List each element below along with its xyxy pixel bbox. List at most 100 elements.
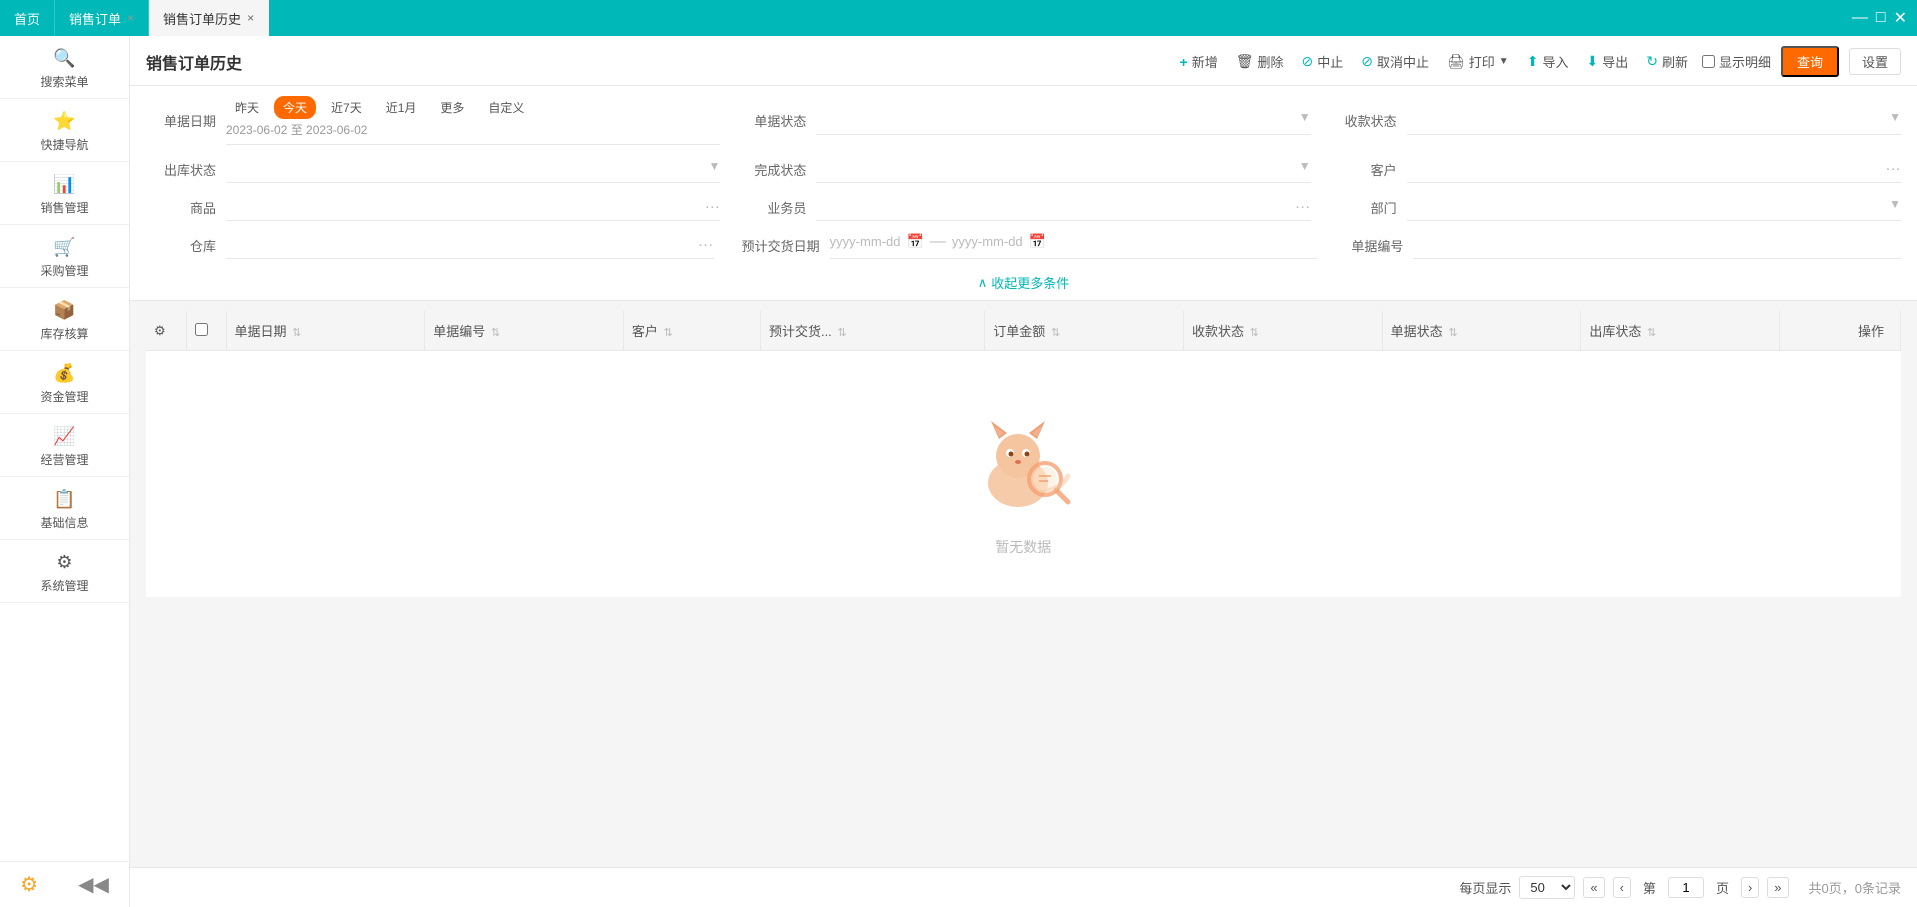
filter-goods-field[interactable]: … [226, 193, 720, 221]
date-btn-1month[interactable]: 近1月 [377, 96, 426, 119]
tab-home[interactable]: 首页 [0, 0, 55, 36]
filter-label-doc-number: 单据编号 [1333, 236, 1413, 255]
stop-icon: ⊘ [1302, 53, 1314, 70]
data-table: ⚙ 单据日期 ⇅ 单据编号 ⇅ [146, 311, 1901, 597]
filter-payment-status-field[interactable]: ▼ [1407, 107, 1901, 135]
settings-button[interactable]: 设置 [1849, 48, 1901, 75]
quick-nav-icon: ⭐ [53, 111, 75, 132]
th-number[interactable]: 单据编号 ⇅ [425, 311, 624, 351]
prev-page-button[interactable]: ‹ [1613, 877, 1631, 898]
filter-salesperson-field[interactable]: … [816, 193, 1310, 221]
th-amount[interactable]: 订单金额 ⇅ [985, 311, 1184, 351]
sidebar-collapse-icon[interactable]: ◀◀ [78, 872, 109, 897]
table-settings-icon[interactable]: ⚙ [154, 323, 166, 338]
search-menu-icon: 🔍 [53, 48, 75, 69]
filter-out-status-field[interactable]: ▼ [226, 155, 720, 183]
th-customer[interactable]: 客户 ⇅ [623, 311, 760, 351]
sidebar-item-purchase-mgmt-label: 采购管理 [40, 262, 88, 279]
expand-icon[interactable]: □ [1876, 9, 1886, 27]
goods-dots-icon: … [704, 195, 720, 213]
basic-info-icon: 📋 [53, 489, 75, 510]
sidebar-item-biz-mgmt[interactable]: 📈 经营管理 [0, 414, 129, 477]
top-bar-controls: — □ ✕ [1852, 8, 1917, 28]
select-all-checkbox[interactable] [195, 323, 208, 336]
sidebar-item-quick-nav[interactable]: ⭐ 快捷导航 [0, 99, 129, 162]
tab-sales-order-history-label: 销售订单历史 [163, 9, 241, 28]
filter-delivery-date-field[interactable]: yyyy-mm-dd 📅 — yyyy-mm-dd 📅 [830, 231, 1318, 259]
stop-button[interactable]: ⊘ 中止 [1298, 50, 1348, 73]
sidebar-settings-icon[interactable]: ⚙ [20, 872, 38, 897]
next-page-button[interactable]: › [1741, 877, 1759, 898]
th-settings[interactable]: ⚙ [146, 311, 186, 351]
export-button[interactable]: ⬇ 导出 [1582, 50, 1632, 73]
filter-label-warehouse: 仓库 [146, 236, 226, 255]
sidebar-item-sys-mgmt[interactable]: ⚙ 系统管理 [0, 540, 129, 603]
tab-sales-order-history-close[interactable]: × [247, 11, 254, 25]
th-date[interactable]: 单据日期 ⇅ [226, 311, 425, 351]
date-btn-custom[interactable]: 自定义 [479, 96, 533, 119]
empty-state-row: 暂无数据 [146, 351, 1901, 598]
sidebar-item-search-menu[interactable]: 🔍 搜索菜单 [0, 36, 129, 99]
delete-button[interactable]: 🗑 删除 [1232, 50, 1288, 73]
page-number-input[interactable] [1668, 877, 1704, 898]
sidebar-item-basic-info[interactable]: 📋 基础信息 [0, 477, 129, 540]
sidebar-item-sales-mgmt[interactable]: 📊 销售管理 [0, 162, 129, 225]
date-btn-7days[interactable]: 近7天 [322, 96, 371, 119]
query-button[interactable]: 查询 [1781, 46, 1839, 77]
filter-doc-status-field[interactable]: ▼ [816, 107, 1310, 135]
sidebar-item-inventory-check-label: 库存核算 [40, 325, 88, 342]
print-icon: 🖨 [1447, 53, 1465, 70]
filter-label-doc-status: 单据状态 [736, 111, 816, 130]
th-customer-label: 客户 [632, 324, 658, 339]
display-detail-input[interactable] [1702, 55, 1715, 68]
tab-sales-order-history[interactable]: 销售订单历史 × [149, 0, 269, 36]
filter-label-customer: 客户 [1327, 160, 1407, 179]
th-doc-status[interactable]: 单据状态 ⇅ [1382, 311, 1581, 351]
sidebar-item-fund-mgmt[interactable]: 💰 资金管理 [0, 351, 129, 414]
table-body: 暂无数据 [146, 351, 1901, 598]
tab-sales-order-label: 销售订单 [69, 9, 121, 28]
minimize-icon[interactable]: — [1852, 9, 1868, 27]
th-delivery-date[interactable]: 预计交货... ⇅ [760, 311, 984, 351]
tab-sales-order[interactable]: 销售订单 × [55, 0, 149, 36]
date-buttons-group: 昨天 今天 近7天 近1月 更多 自定义 [226, 96, 720, 119]
new-button[interactable]: + 新增 [1176, 50, 1222, 73]
top-bar: 首页 销售订单 × 销售订单历史 × — □ ✕ [0, 0, 1917, 36]
th-payment-status[interactable]: 收款状态 ⇅ [1183, 311, 1382, 351]
delivery-from-cal-icon[interactable]: 📅 [906, 233, 923, 250]
date-btn-more[interactable]: 更多 [431, 96, 473, 119]
table-header-row: ⚙ 单据日期 ⇅ 单据编号 ⇅ [146, 311, 1901, 351]
refresh-button[interactable]: ↻ 刷新 [1642, 50, 1692, 73]
fund-mgmt-icon: 💰 [53, 363, 75, 384]
last-page-button[interactable]: » [1767, 877, 1788, 898]
cancel-stop-button[interactable]: ⊘ 取消中止 [1357, 50, 1433, 73]
filter-complete-status-field[interactable]: ▼ [816, 155, 1310, 183]
sidebar-item-search-menu-label: 搜索菜单 [40, 73, 88, 90]
display-detail-checkbox[interactable]: 显示明细 [1702, 52, 1771, 71]
filter-warehouse-field[interactable]: … [226, 231, 714, 259]
date-btn-today[interactable]: 今天 [274, 96, 316, 119]
purchase-mgmt-icon: 🛒 [53, 237, 75, 258]
tab-sales-order-close[interactable]: × [127, 11, 134, 25]
first-page-button[interactable]: « [1583, 877, 1604, 898]
import-button[interactable]: ⬆ 导入 [1523, 50, 1573, 73]
sidebar-item-biz-mgmt-label: 经营管理 [40, 451, 88, 468]
filter-label-dept: 部门 [1327, 198, 1407, 217]
filter-doc-number-field[interactable] [1413, 231, 1901, 259]
date-btn-yesterday[interactable]: 昨天 [226, 96, 268, 119]
collapse-bar[interactable]: ∧ 收起更多条件 [146, 269, 1901, 300]
page-label-pre: 第 [1643, 878, 1656, 897]
close-icon[interactable]: ✕ [1894, 8, 1907, 28]
doc-status-arrow-icon: ▼ [1299, 110, 1311, 124]
delivery-to-cal-icon[interactable]: 📅 [1029, 233, 1046, 250]
filter-dept-field[interactable]: ▼ [1407, 193, 1901, 221]
th-checkbox[interactable] [186, 311, 226, 351]
cancel-stop-icon: ⊘ [1361, 53, 1373, 70]
sidebar-item-inventory-check[interactable]: 📦 库存核算 [0, 288, 129, 351]
sidebar-item-purchase-mgmt[interactable]: 🛒 采购管理 [0, 225, 129, 288]
export-icon: ⬇ [1586, 53, 1598, 70]
th-out-status[interactable]: 出库状态 ⇅ [1581, 311, 1780, 351]
page-size-select[interactable]: 50 100 200 [1519, 876, 1575, 899]
filter-customer-field[interactable]: … [1407, 155, 1901, 183]
print-button[interactable]: 🖨 打印 ▼ [1443, 50, 1513, 73]
